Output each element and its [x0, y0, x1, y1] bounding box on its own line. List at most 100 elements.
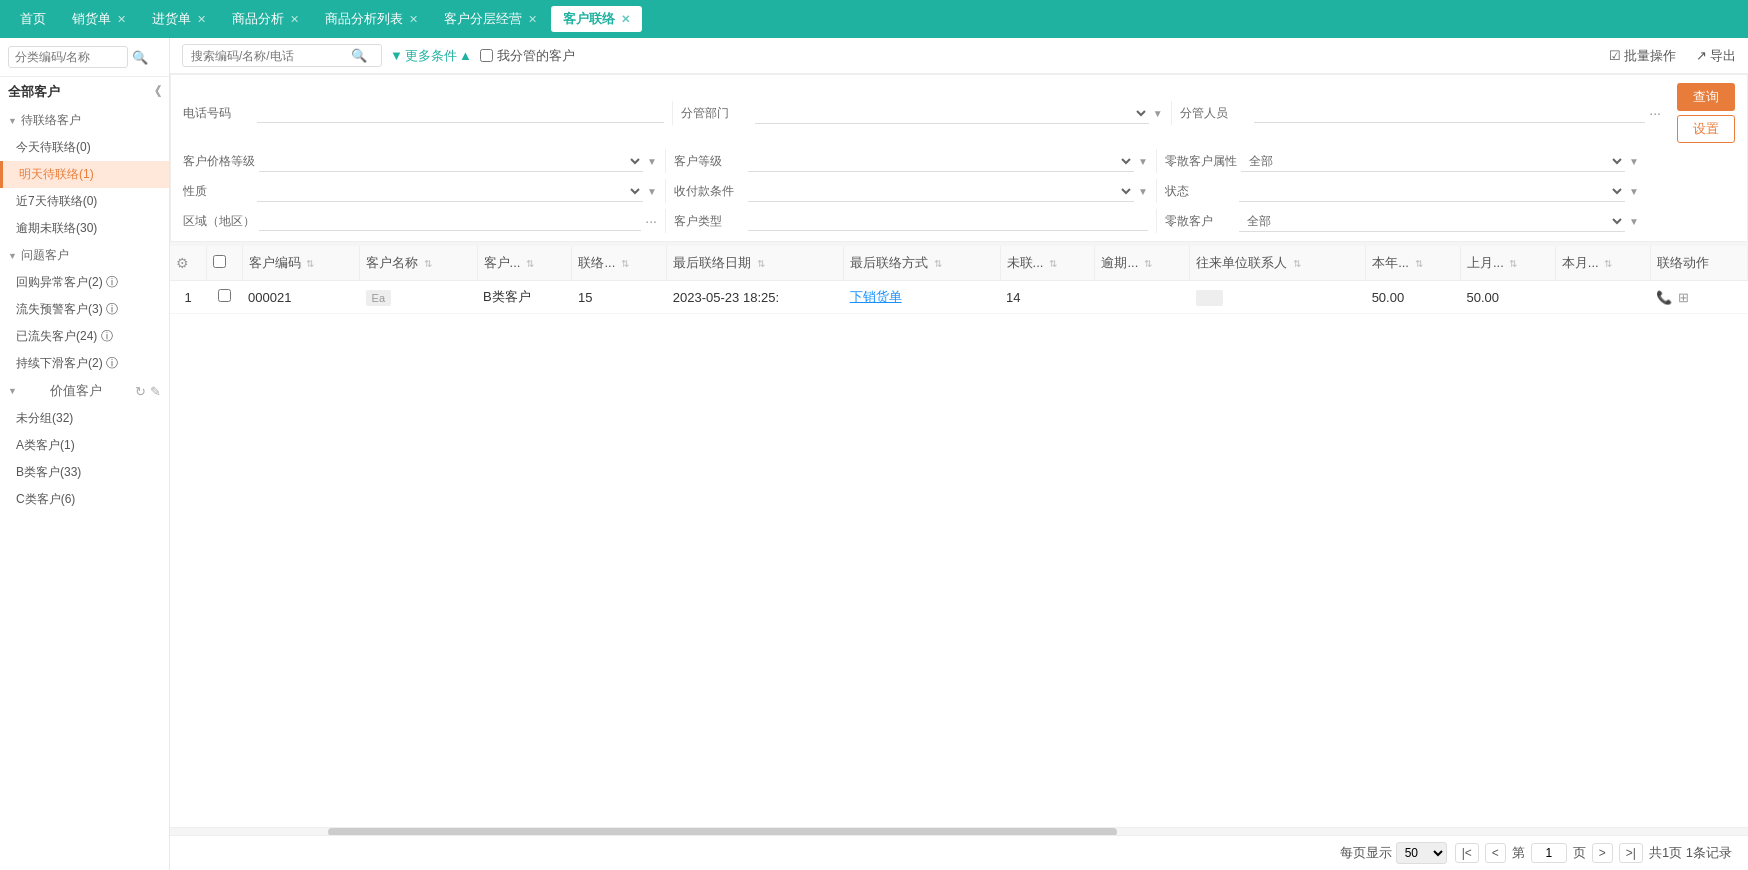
- cell-index: 1: [170, 281, 206, 314]
- batch-op-btn[interactable]: ☑ 批量操作: [1609, 47, 1676, 65]
- page-size-select[interactable]: 10 20 50 100: [1396, 842, 1447, 864]
- phone-input[interactable]: [257, 104, 664, 123]
- chevron-down-icon: ▼: [1629, 216, 1639, 227]
- chevron-down-icon: ▼: [647, 156, 657, 167]
- sidebar-item-churned[interactable]: 已流失客户(24) ⓘ: [0, 323, 169, 350]
- prev-page-btn[interactable]: <: [1485, 843, 1506, 863]
- ellipsis-icon[interactable]: ···: [645, 213, 657, 229]
- region-input[interactable]: [259, 212, 641, 231]
- sidebar-item-churn-warning[interactable]: 流失预警客户(3) ⓘ: [0, 296, 169, 323]
- close-icon[interactable]: ✕: [197, 13, 206, 26]
- col-checkbox: [206, 246, 242, 281]
- chevron-down-icon: ▼: [1629, 186, 1639, 197]
- dept-select[interactable]: [755, 103, 1148, 124]
- table-row: 1 000021 Ea B类客户 15 2023-05-23 18:25: 下销…: [170, 281, 1748, 314]
- action-more-icon[interactable]: ⊞: [1678, 290, 1689, 305]
- page-number-input[interactable]: [1531, 843, 1567, 863]
- export-btn[interactable]: ↗ 导出: [1696, 47, 1736, 65]
- customer-type-input[interactable]: [748, 212, 1148, 231]
- group-pending-contact: 待联络客户: [0, 107, 169, 134]
- refresh-icon[interactable]: ↻: [135, 384, 146, 399]
- retail-customer-select[interactable]: 全部: [1239, 211, 1625, 232]
- edit-icon[interactable]: ✎: [150, 384, 161, 399]
- filter-phone: 电话号码: [183, 104, 664, 123]
- sidebar-item-ungrouped[interactable]: 未分组(32): [0, 405, 169, 432]
- sidebar-item-tomorrow-contact[interactable]: 明天待联络(1): [0, 161, 169, 188]
- close-icon[interactable]: ✕: [409, 13, 418, 26]
- payment-select[interactable]: [748, 181, 1134, 202]
- filter-retail-attr: 零散客户属性 全部 ▼: [1165, 151, 1639, 172]
- sort-icon: ⇅: [1415, 258, 1423, 269]
- close-icon[interactable]: ✕: [528, 13, 537, 26]
- status-select[interactable]: [1239, 181, 1625, 202]
- sidebar: 🔍 全部客户 《 待联络客户 今天待联络(0) 明天待联络(1) 近7天待联络(…: [0, 38, 170, 870]
- col-this-month: 本月... ⇅: [1555, 246, 1650, 281]
- sidebar-item-declining[interactable]: 持续下滑客户(2) ⓘ: [0, 350, 169, 377]
- nav-home[interactable]: 首页: [8, 6, 58, 32]
- sidebar-item-type-a[interactable]: A类客户(1): [0, 432, 169, 459]
- close-icon[interactable]: ✕: [117, 13, 126, 26]
- top-navigation: 首页 销货单 ✕ 进货单 ✕ 商品分析 ✕ 商品分析列表 ✕ 客户分层经营 ✕ …: [0, 0, 1748, 38]
- nav-product-analysis-list[interactable]: 商品分析列表 ✕: [313, 6, 430, 32]
- filter-customer-level: 客户等级 ▼: [674, 151, 1148, 172]
- sidebar-item-type-b[interactable]: B类客户(33): [0, 459, 169, 486]
- nav-sales-order[interactable]: 销货单 ✕: [60, 6, 138, 32]
- content-area: 🔍 ▼ 更多条件 ▲ 我分管的客户 ☑ 批量操作 ↗ 导出: [170, 38, 1748, 870]
- cell-contact-person: [1190, 281, 1366, 314]
- query-button[interactable]: 查询: [1677, 83, 1735, 111]
- set-button[interactable]: 设置: [1677, 115, 1735, 143]
- settings-icon[interactable]: ⚙: [176, 255, 189, 271]
- retail-attr-select[interactable]: 全部: [1241, 151, 1625, 172]
- sidebar-search-icon[interactable]: 🔍: [132, 50, 148, 65]
- nav-customer-tier[interactable]: 客户分层经营 ✕: [432, 6, 549, 32]
- close-icon[interactable]: ✕: [290, 13, 299, 26]
- row-checkbox[interactable]: [218, 289, 231, 302]
- my-customers-checkbox[interactable]: 我分管的客户: [480, 47, 575, 65]
- search-icon[interactable]: 🔍: [351, 48, 367, 63]
- sort-icon: ⇅: [306, 258, 314, 269]
- ellipsis-icon[interactable]: ···: [1649, 105, 1661, 121]
- sidebar-item-overdue-contact[interactable]: 逾期未联络(30): [0, 215, 169, 242]
- collapse-icon[interactable]: 《: [148, 83, 161, 101]
- advanced-filter: 电话号码 分管部门 ▼ 分管人员 ··· 查询 设置: [170, 74, 1748, 242]
- price-level-select[interactable]: [259, 151, 643, 172]
- data-table-container: ⚙ 客户编码 ⇅ 客户名称 ⇅ 客户... ⇅ 联络... ⇅ 最后联络日期 ⇅…: [170, 246, 1748, 827]
- manager-input[interactable]: [1254, 104, 1646, 123]
- sidebar-item-week-contact[interactable]: 近7天待联络(0): [0, 188, 169, 215]
- sidebar-search-input[interactable]: [8, 46, 128, 68]
- col-actions: 联络动作: [1650, 246, 1747, 281]
- nature-select[interactable]: [257, 181, 643, 202]
- close-icon[interactable]: ✕: [621, 13, 630, 26]
- filter-row-3: 性质 ▼ 收付款条件 ▼ 状态 ▼: [183, 179, 1735, 203]
- select-all-checkbox[interactable]: [213, 255, 226, 268]
- last-contact-link[interactable]: 下销货单: [850, 289, 902, 304]
- filter-price-level: 客户价格等级 ▼: [183, 151, 657, 172]
- group-value-customers: 价值客户 ↻ ✎: [0, 377, 169, 405]
- more-conditions-btn[interactable]: ▼ 更多条件 ▲: [390, 47, 472, 65]
- search-input[interactable]: [191, 49, 351, 63]
- col-contact-count: 联络... ⇅: [572, 246, 667, 281]
- next-page-btn[interactable]: >: [1592, 843, 1613, 863]
- nav-purchase-order[interactable]: 进货单 ✕: [140, 6, 218, 32]
- action-phone-icon[interactable]: 📞: [1656, 290, 1672, 305]
- sort-icon: ⇅: [526, 258, 534, 269]
- customer-level-select[interactable]: [748, 151, 1134, 172]
- last-page-btn[interactable]: >|: [1619, 843, 1643, 863]
- sort-icon: ⇅: [934, 258, 942, 269]
- first-page-btn[interactable]: |<: [1455, 843, 1479, 863]
- nav-product-analysis[interactable]: 商品分析 ✕: [220, 6, 311, 32]
- sidebar-item-today-contact[interactable]: 今天待联络(0): [0, 134, 169, 161]
- my-customers-check[interactable]: [480, 49, 493, 62]
- sidebar-item-type-c[interactable]: C类客户(6): [0, 486, 169, 513]
- cell-checkbox: [206, 281, 242, 314]
- col-last-contact-method: 最后联络方式 ⇅: [844, 246, 1000, 281]
- horizontal-scrollbar[interactable]: [170, 827, 1748, 835]
- sort-icon: ⇅: [1509, 258, 1517, 269]
- chevron-down-icon: ▼: [1153, 108, 1163, 119]
- chevron-up-icon: ▲: [459, 48, 472, 63]
- chevron-down-icon: ▼: [647, 186, 657, 197]
- col-customer-type: 客户... ⇅: [477, 246, 572, 281]
- cell-customer-type: B类客户: [477, 281, 572, 314]
- nav-customer-contact[interactable]: 客户联络 ✕: [551, 6, 642, 32]
- sidebar-item-abnormal-repurchase[interactable]: 回购异常客户(2) ⓘ: [0, 269, 169, 296]
